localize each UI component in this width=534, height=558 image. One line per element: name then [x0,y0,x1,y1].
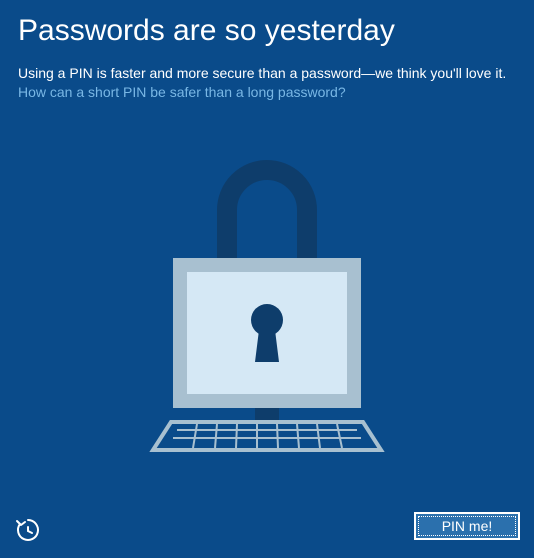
computer-lock-icon [137,150,397,480]
illustration-container [0,150,534,480]
ease-of-access-icon [15,517,41,543]
page-title: Passwords are so yesterday [0,0,534,56]
ease-of-access-button[interactable] [14,516,42,544]
pin-me-button[interactable]: PIN me! [414,512,520,540]
description-text: Using a PIN is faster and more secure th… [0,56,534,83]
help-link[interactable]: How can a short PIN be safer than a long… [0,83,364,102]
